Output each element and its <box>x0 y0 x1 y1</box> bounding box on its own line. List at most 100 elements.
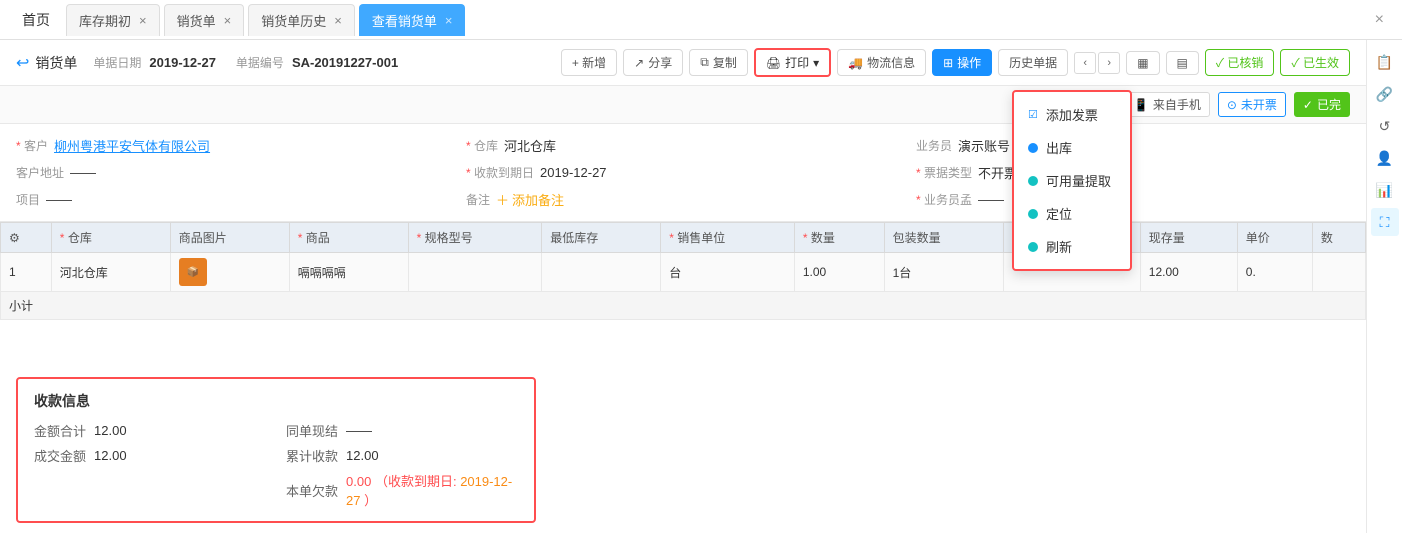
teal-dot-icon <box>1028 176 1038 186</box>
tab-sales-history[interactable]: 销货单历史 × <box>248 4 355 36</box>
locate-label: 定位 <box>1046 204 1072 223</box>
row-pack-qty: 1台 <box>884 253 1003 292</box>
address-label: 客户地址 <box>16 164 64 181</box>
col-spec: 规格型号 <box>408 223 542 253</box>
sidebar-expand-icon[interactable]: ⛶ <box>1371 208 1399 236</box>
due-date-row: 收款到期日 2019-12-27 <box>466 163 900 182</box>
tab-inventory-label: 库存期初 <box>79 11 131 30</box>
subtotal-label: 小计 <box>1 292 1366 320</box>
project-row: 项目 —— <box>16 190 450 209</box>
sidebar-user-icon[interactable]: 👤 <box>1371 144 1399 172</box>
print-button[interactable]: 🖨 打印 ▾ <box>754 48 831 77</box>
complete-button[interactable]: ✓ 已完 <box>1294 92 1350 117</box>
owed-value: 0.00 （收款到期日: 2019-12-27 ） <box>346 471 518 509</box>
tab-sales-close[interactable]: × <box>224 13 232 28</box>
copy-button[interactable]: ⧉ 复制 <box>689 49 748 76</box>
share-label: 分享 <box>648 54 672 71</box>
row-price: 0. <box>1237 253 1312 292</box>
tab-sales-history-close[interactable]: × <box>334 13 342 28</box>
nav-arrows: ‹ › <box>1074 52 1120 74</box>
dropdown-refresh[interactable]: 刷新 <box>1014 230 1130 263</box>
tab-home[interactable]: 首页 <box>10 4 62 36</box>
subtotal-row: 小计 <box>1 292 1366 320</box>
sidebar-refresh-icon[interactable]: ↺ <box>1371 112 1399 140</box>
row-extra <box>1312 253 1365 292</box>
warehouse-value: 河北仓库 <box>504 136 556 155</box>
project-value: —— <box>46 192 72 207</box>
sold-button[interactable]: ✓ 已核销 <box>1205 49 1275 76</box>
tab-view-sales-close[interactable]: × <box>445 13 453 28</box>
next-button[interactable]: › <box>1098 52 1120 74</box>
gear-icon[interactable]: ⚙ <box>9 231 20 245</box>
owed-amount: 0.00 <box>346 474 371 489</box>
doc-actions: + 新增 ↗ 分享 ⧉ 复制 🖨 打印 ▾ 🚚 物流信息 <box>561 48 1350 77</box>
row-product: 嗝嗝嗝嗝 <box>289 253 408 292</box>
sidebar-chart-icon[interactable]: 📊 <box>1371 176 1399 204</box>
operate-button[interactable]: ⊞ 操作 <box>932 49 992 76</box>
deal-row: 成交金额 12.00 <box>34 446 266 465</box>
layout1-button[interactable]: ▦ <box>1126 51 1159 75</box>
col-product: 商品 <box>289 223 408 253</box>
effective-check-icon: ✓ <box>1291 56 1299 70</box>
layout2-button[interactable]: ▤ <box>1166 51 1199 75</box>
from-phone-button[interactable]: 📱 来自手机 <box>1125 92 1210 117</box>
deal-label: 成交金额 <box>34 446 86 465</box>
staff2-label: 业务员孟 <box>916 191 972 208</box>
share-button[interactable]: ↗ 分享 <box>623 49 683 76</box>
doc-title-icon: ↩ <box>16 53 29 73</box>
tab-sales-history-label: 销货单历史 <box>261 11 326 30</box>
tab-sales[interactable]: 销货单 × <box>164 4 245 36</box>
total-value: 12.00 <box>94 423 127 438</box>
due-date-value: 2019-12-27 <box>540 165 607 180</box>
print-dropdown-icon: ▾ <box>813 56 819 70</box>
effective-button[interactable]: ✓ 已生效 <box>1280 49 1350 76</box>
not-open-button[interactable]: ⊙ 未开票 <box>1218 92 1286 117</box>
customer-value[interactable]: 柳州粤港平安气体有限公司 <box>54 136 210 155</box>
doc-date-label: 单据日期 <box>93 54 141 71</box>
col-min-stock: 最低库存 <box>542 223 661 253</box>
col-stock: 现存量 <box>1140 223 1237 253</box>
tab-view-sales[interactable]: 查看销货单 × <box>359 4 466 36</box>
dropdown-available[interactable]: 可用量提取 <box>1014 164 1130 197</box>
note-label: 备注 <box>466 191 490 208</box>
staff2-value: —— <box>978 192 1004 207</box>
staff-row: 业务员 演示账号 <box>916 136 1350 155</box>
effective-label: 已生效 <box>1303 56 1339 70</box>
logistics-button[interactable]: 🚚 物流信息 <box>837 49 926 76</box>
col-img: 商品图片 <box>170 223 289 253</box>
dropdown-locate[interactable]: 定位 <box>1014 197 1130 230</box>
plus-icon: ＋ <box>496 190 509 209</box>
payment-title: 收款信息 <box>34 391 518 411</box>
tab-inventory[interactable]: 库存期初 × <box>66 4 160 36</box>
doc-meta: 单据日期 2019-12-27 单据编号 SA-20191227-001 <box>93 54 398 71</box>
window-close-button[interactable]: × <box>1367 11 1392 29</box>
from-phone-label: 来自手机 <box>1153 96 1201 113</box>
history-button[interactable]: 历史单据 <box>998 49 1068 76</box>
address-value: —— <box>70 165 96 180</box>
add-note-button[interactable]: ＋ 添加备注 <box>496 190 564 209</box>
tab-inventory-close[interactable]: × <box>139 13 147 28</box>
ticket-type-label: 票据类型 <box>916 164 972 181</box>
settle-label: 同单现结 <box>286 421 338 440</box>
sidebar-doc-icon[interactable]: 📋 <box>1371 48 1399 76</box>
row-min-stock <box>542 253 661 292</box>
tab-sales-label: 销货单 <box>177 11 216 30</box>
col-qty: 数量 <box>794 223 884 253</box>
outbound-label: 出库 <box>1046 138 1072 157</box>
operate-dropdown: ☑ 添加发票 出库 可用量提取 定位 刷新 <box>1012 90 1132 271</box>
doc-date-value: 2019-12-27 <box>149 55 216 70</box>
new-button[interactable]: + 新增 <box>561 49 617 76</box>
print-label: 打印 <box>785 54 809 71</box>
col-gear: ⚙ <box>1 223 52 253</box>
address-row: 客户地址 —— <box>16 163 450 182</box>
dropdown-outbound[interactable]: 出库 <box>1014 131 1130 164</box>
add-invoice-label: 添加发票 <box>1046 105 1098 124</box>
owed-label: 本单欠款 <box>286 481 338 500</box>
product-table: ⚙ 仓库 商品图片 商品 规格型号 最低库存 销售单位 数量 包装数量 可用量（… <box>0 222 1366 320</box>
owed-row: 本单欠款 0.00 （收款到期日: 2019-12-27 ） <box>286 471 518 509</box>
project-label: 项目 <box>16 191 40 208</box>
prev-button[interactable]: ‹ <box>1074 52 1096 74</box>
sidebar-link-icon[interactable]: 🔗 <box>1371 80 1399 108</box>
ticket-type-row: 票据类型 不开票 <box>916 163 1350 182</box>
dropdown-add-invoice[interactable]: ☑ 添加发票 <box>1014 98 1130 131</box>
